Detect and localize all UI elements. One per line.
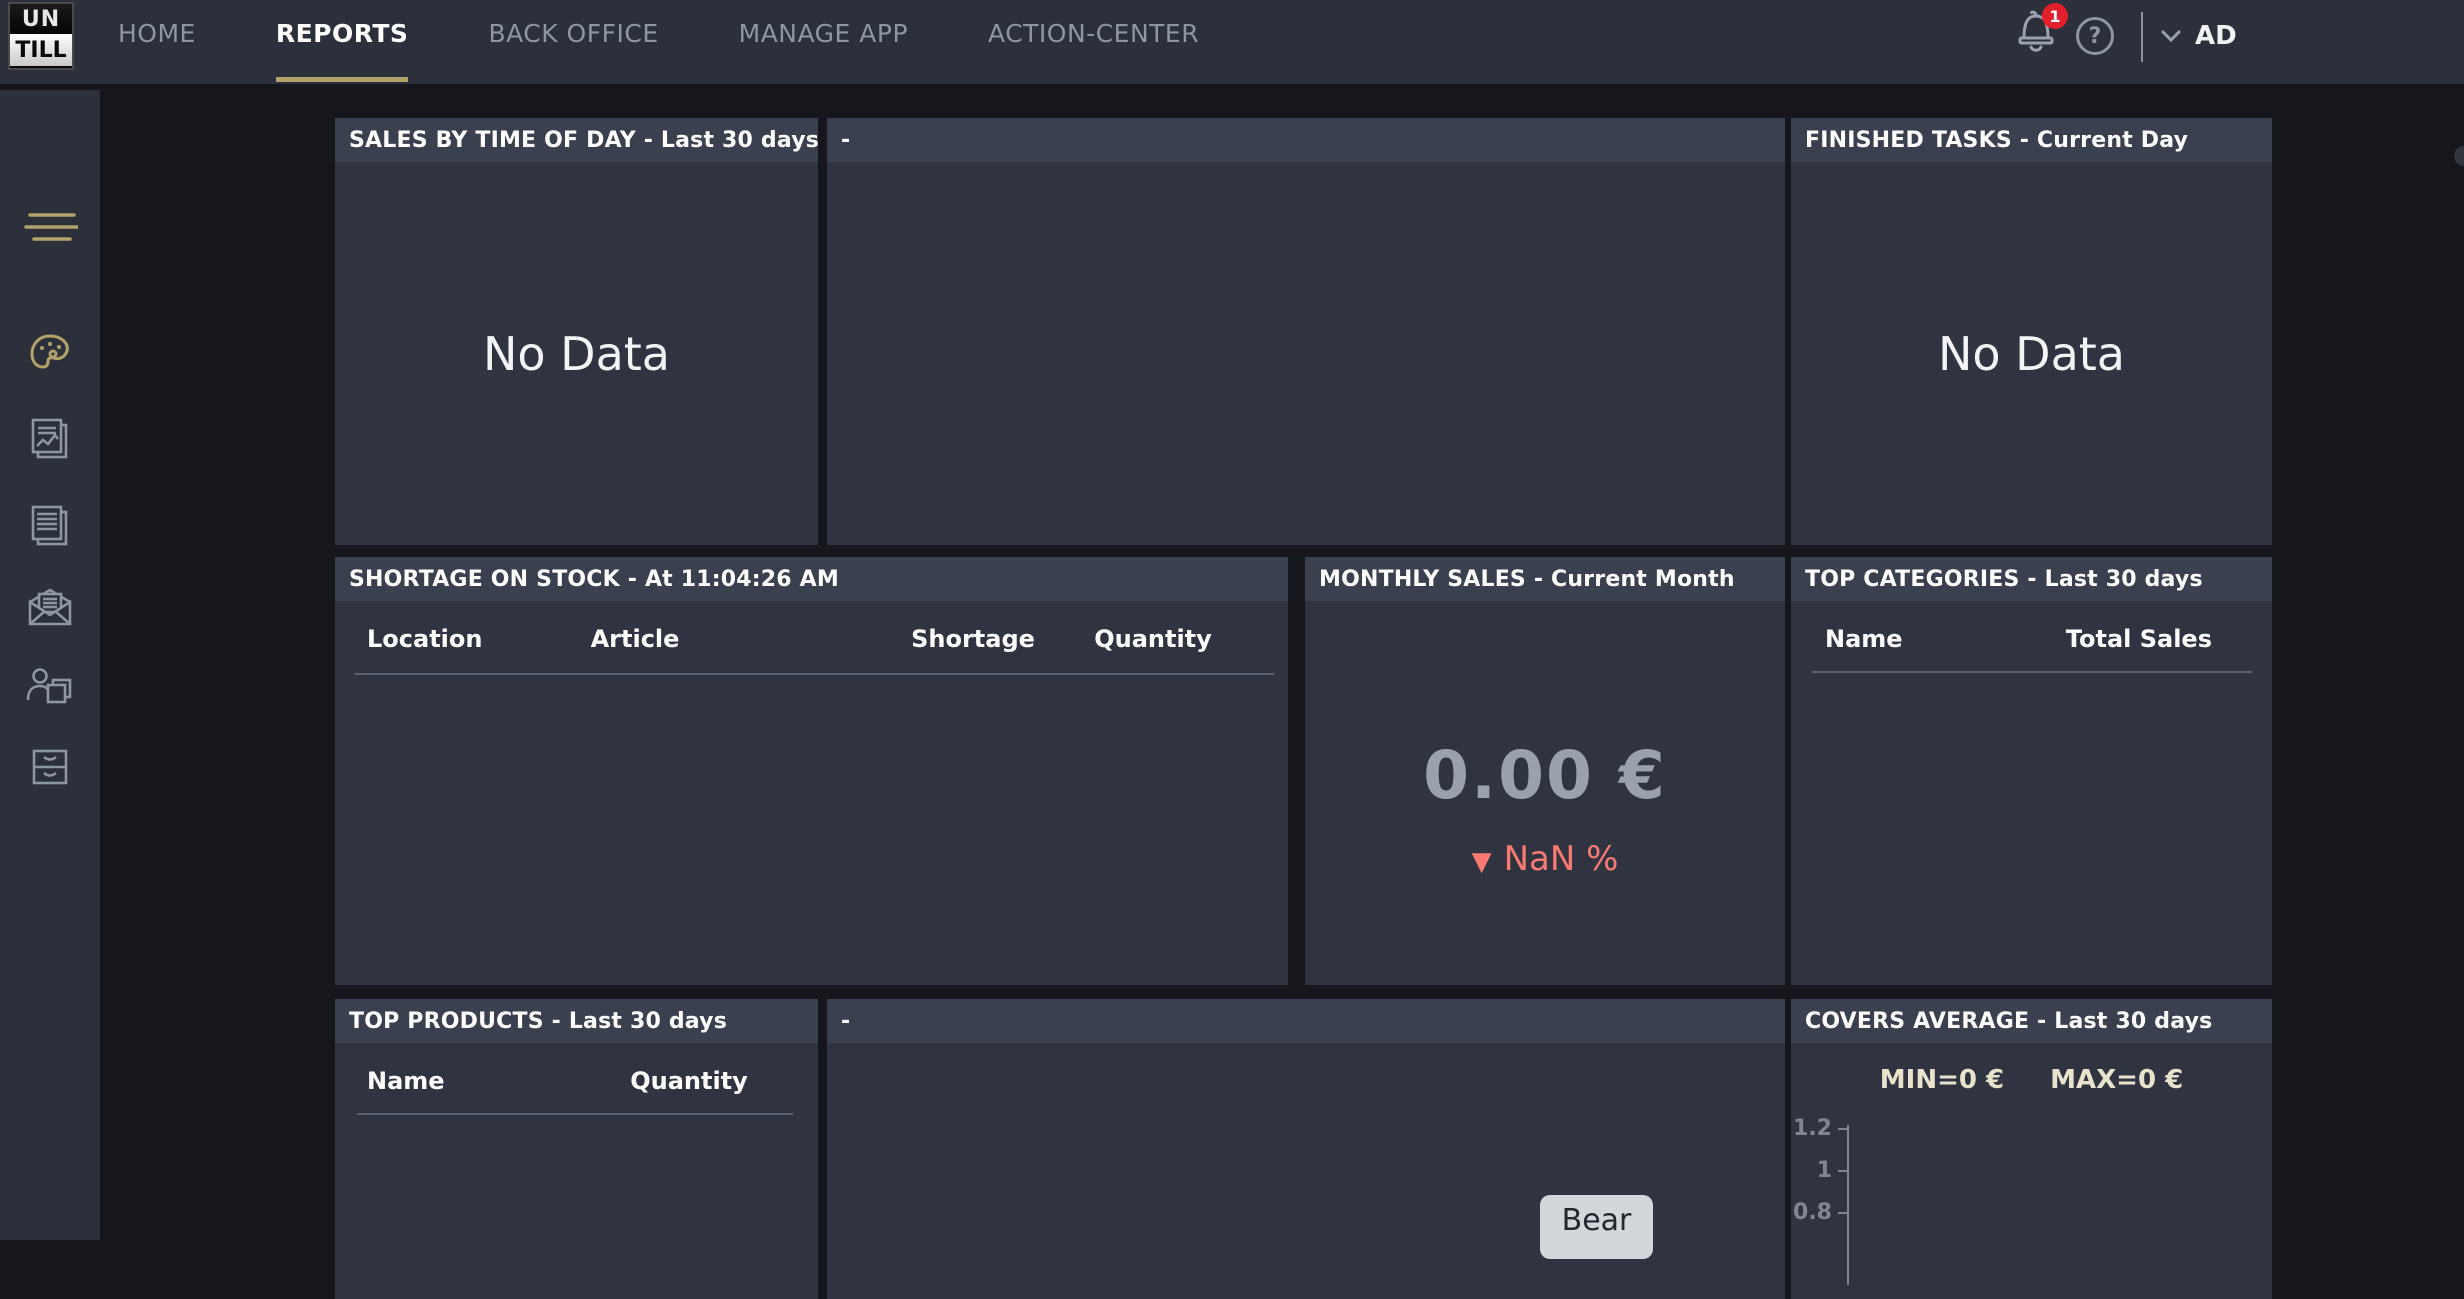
panel-untitled-bottom-body: Bear [827, 1043, 1785, 1299]
table-header-rule [357, 1113, 793, 1115]
dashboard-icon [26, 328, 74, 376]
panel-sales-by-time: SALES BY TIME OF DAY - Last 30 days No D… [335, 118, 820, 545]
untill-logo[interactable]: UN TILL [8, 2, 74, 70]
sidebar-item-sales-reports[interactable] [0, 416, 100, 462]
y-axis-tick [1838, 1170, 1847, 1172]
panel-finished-tasks-body: No Data [1791, 162, 2272, 545]
y-tick-label: 0.8 [1793, 1200, 1832, 1225]
table-header-rule [355, 673, 1274, 675]
panel-covers-average-header: COVERS AVERAGE - Last 30 days [1791, 999, 2272, 1043]
chevron-down-icon [2161, 30, 2181, 42]
covers-minmax-row: MIN=0 € MAX=0 € [1791, 1065, 2272, 1095]
topbar-divider [2141, 12, 2143, 62]
covers-average-chart: MIN=0 € MAX=0 € 1.2 1 0.8 [1791, 1043, 2272, 1299]
top-products-table: Name Quantity [335, 1043, 818, 1299]
panel-untitled-top-body [827, 162, 1785, 545]
top-categories-table: Name Total Sales [1791, 601, 2272, 985]
sidebar-item-customers[interactable] [0, 664, 100, 708]
report-chart-icon [27, 416, 73, 462]
panel-monthly-sales-header: MONTHLY SALES - Current Month [1305, 557, 1785, 601]
user-label: AD [2195, 21, 2237, 51]
column-header-name: Name [1825, 625, 1903, 653]
panel-monthly-sales: MONTHLY SALES - Current Month 0.00 € ▼ Na… [1305, 557, 1785, 985]
sidebar [0, 90, 100, 1240]
arrow-down-icon: ▼ [1471, 847, 1492, 877]
panel-title: SALES BY TIME OF DAY - Last 30 days [349, 127, 820, 153]
column-header-quantity: Quantity [1094, 625, 1212, 653]
y-axis-line [1847, 1125, 1849, 1285]
y-tick-label: 1.2 [1793, 1116, 1832, 1141]
logo-text-till: TILL [10, 34, 72, 66]
no-data-text: No Data [482, 326, 670, 381]
topbar-right-cluster: 1 ? AD [2018, 0, 2464, 84]
covers-max-label: MAX=0 € [2050, 1065, 2184, 1095]
column-header-name: Name [367, 1067, 445, 1095]
archive-icon [28, 745, 72, 789]
panel-title: - [841, 1008, 851, 1034]
panel-shortage-on-stock: SHORTAGE ON STOCK - At 11:04:26 AM Locat… [335, 557, 1288, 985]
panel-title: FINISHED TASKS - Current Day [1805, 127, 2189, 153]
user-menu[interactable]: AD [2161, 0, 2237, 84]
logo-text-un: UN [10, 4, 72, 34]
no-data-text: No Data [1937, 326, 2125, 381]
panel-untitled-top: - [827, 118, 1785, 545]
covers-min-label: MIN=0 € [1879, 1065, 2005, 1095]
delta-text: NaN % [1503, 839, 1619, 879]
column-header-quantity: Quantity [630, 1067, 748, 1095]
active-tab-underline [275, 77, 409, 82]
help-icon[interactable]: ? [2076, 17, 2114, 55]
sidebar-item-messages[interactable] [0, 584, 100, 628]
column-header-shortage: Shortage [911, 625, 1035, 653]
panel-top-products-header: TOP PRODUCTS - Last 30 days [335, 999, 818, 1043]
edge-handle[interactable] [2454, 146, 2464, 166]
monthly-sales-value: 0.00 € [1423, 737, 1667, 814]
column-header-total-sales: Total Sales [2065, 625, 2212, 653]
panel-top-categories-header: TOP CATEGORIES - Last 30 days [1791, 557, 2272, 601]
panel-sales-by-time-header: SALES BY TIME OF DAY - Last 30 days [335, 118, 820, 162]
table-header-rule [1812, 671, 2252, 673]
panel-untitled-top-header: - [827, 118, 1785, 162]
column-header-location: Location [367, 625, 483, 653]
main-nav: HOME REPORTS BACK OFFICE MANAGE APP ACTI… [118, 0, 1199, 84]
panel-title: COVERS AVERAGE - Last 30 days [1805, 1008, 2213, 1034]
panel-finished-tasks-header: FINISHED TASKS - Current Day [1791, 118, 2272, 162]
panel-title: TOP CATEGORIES - Last 30 days [1805, 566, 2203, 592]
panel-title: TOP PRODUCTS - Last 30 days [349, 1008, 727, 1034]
panel-top-products: TOP PRODUCTS - Last 30 days Name Quantit… [335, 999, 818, 1299]
nav-manage-app[interactable]: MANAGE APP [739, 0, 908, 84]
documents-icon [27, 503, 73, 549]
panel-title: - [841, 127, 851, 153]
sidebar-item-documents[interactable] [0, 503, 100, 549]
panel-untitled-bottom: - Bear [827, 999, 1785, 1299]
panel-untitled-bottom-header: - [827, 999, 1785, 1043]
hamburger-icon [22, 207, 78, 247]
top-bar: UN TILL HOME REPORTS BACK OFFICE MANAGE … [0, 0, 2464, 84]
notification-count-badge[interactable]: 1 [2042, 3, 2068, 29]
panel-shortage-header: SHORTAGE ON STOCK - At 11:04:26 AM [335, 557, 1288, 601]
nav-action-center[interactable]: ACTION-CENTER [988, 0, 1199, 84]
mail-icon [26, 584, 74, 628]
panel-top-categories: TOP CATEGORIES - Last 30 days Name Total… [1791, 557, 2272, 985]
panel-title: SHORTAGE ON STOCK - At 11:04:26 AM [349, 566, 839, 592]
panel-covers-average: COVERS AVERAGE - Last 30 days MIN=0 € MA… [1791, 999, 2272, 1299]
nav-home[interactable]: HOME [118, 0, 196, 84]
dashboard-page: { "colors": { "accent_gold": "#b3a26c", … [0, 0, 2464, 1299]
sidebar-item-archive[interactable] [0, 745, 100, 789]
y-tick-label: 1 [1816, 1158, 1832, 1183]
sidebar-menu-toggle[interactable] [0, 207, 100, 247]
panel-finished-tasks: FINISHED TASKS - Current Day No Data [1791, 118, 2272, 545]
bear-button[interactable]: Bear [1540, 1195, 1653, 1259]
monthly-sales-delta: ▼ NaN % [1305, 839, 1785, 879]
panel-monthly-sales-body: 0.00 € ▼ NaN % [1305, 601, 1785, 985]
customer-docs-icon [26, 664, 74, 708]
shortage-table: Location Article Shortage Quantity [335, 601, 1288, 985]
nav-reports[interactable]: REPORTS [275, 0, 409, 84]
sidebar-item-dashboard[interactable] [0, 328, 100, 376]
nav-back-office[interactable]: BACK OFFICE [488, 0, 658, 84]
y-axis-tick [1838, 1212, 1847, 1214]
panel-title: MONTHLY SALES - Current Month [1319, 566, 1735, 592]
column-header-article: Article [590, 625, 680, 653]
panel-sales-by-time-body: No Data [335, 162, 818, 545]
y-axis-tick [1838, 1128, 1847, 1130]
